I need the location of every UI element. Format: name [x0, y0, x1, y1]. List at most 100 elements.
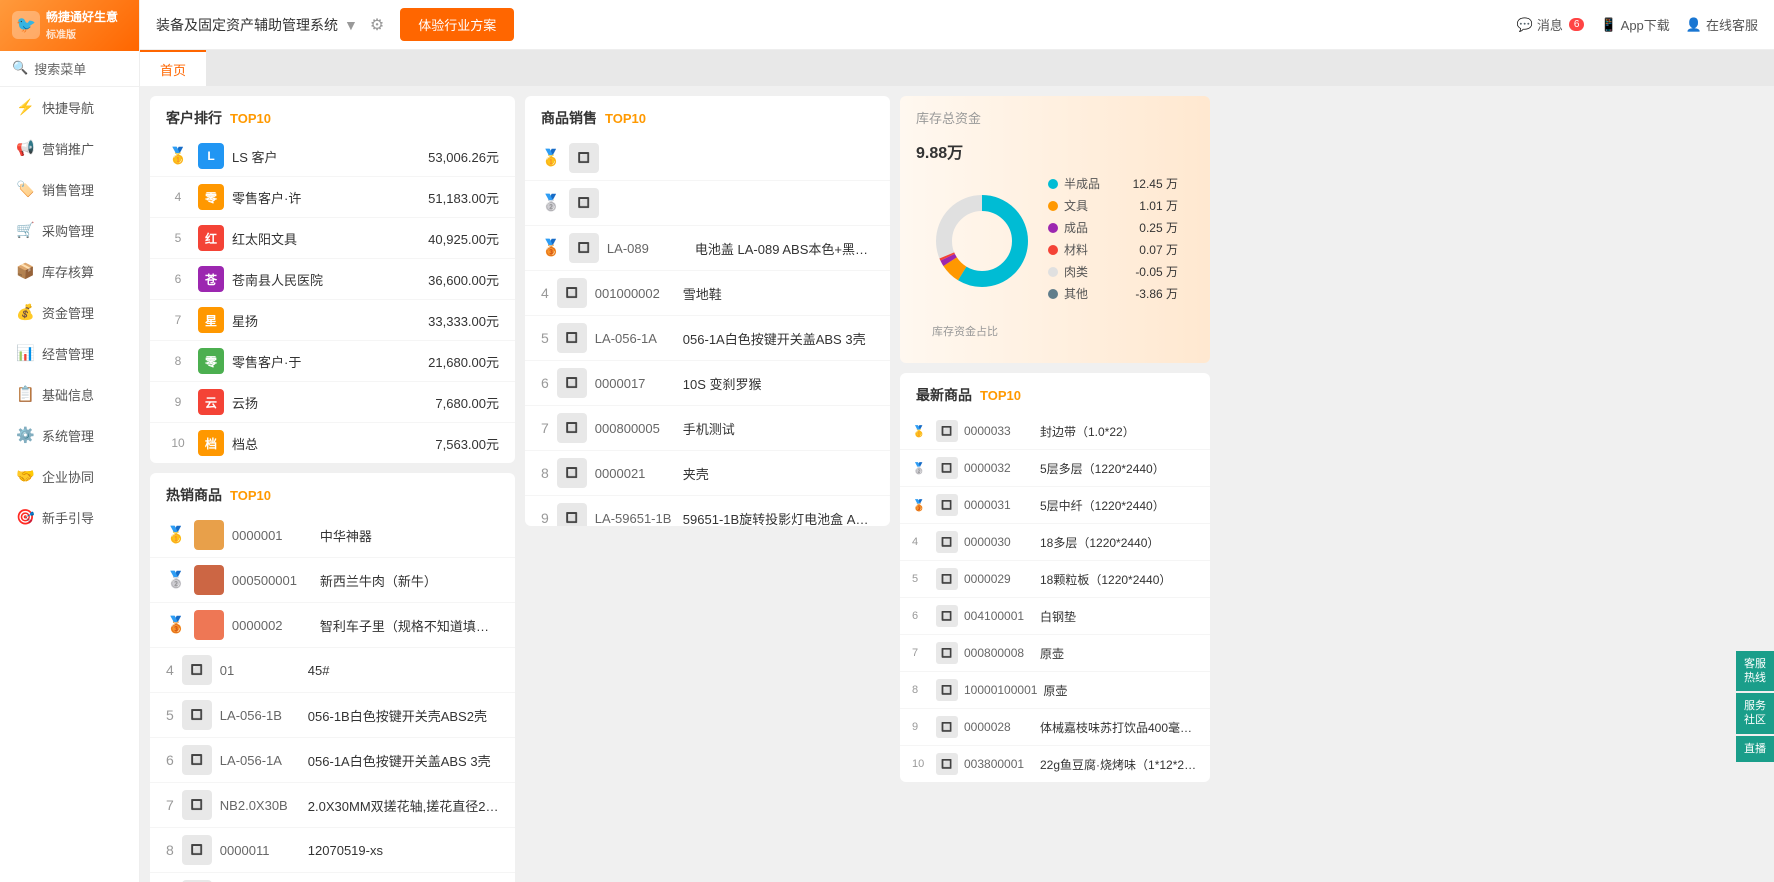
product-code: 0000017 — [595, 376, 675, 391]
nav-label-sales: 销售管理 — [42, 180, 94, 199]
legend-item: 成品 0.25 万 — [1048, 219, 1178, 236]
product-code: 0000028 — [964, 720, 1034, 734]
nav-label-system: 系统管理 — [42, 426, 94, 445]
rank-name: 零售客户·许 — [232, 188, 420, 207]
list-item: 🥇 🔲 — [525, 136, 890, 181]
sidebar-item-system[interactable]: ⚙️ 系统管理 — [0, 415, 139, 456]
legend-value: 12.45 万 — [1133, 175, 1178, 192]
trial-button[interactable]: 体验行业方案 — [400, 8, 514, 41]
list-item: 🥈 000500001 新西兰牛肉（新牛） — [150, 558, 515, 603]
app-download-button[interactable]: 📱 App下载 — [1600, 15, 1669, 34]
legend-value: 0.07 万 — [1139, 241, 1178, 258]
avatar: 苍 — [198, 266, 224, 292]
legend-value: 1.01 万 — [1139, 197, 1178, 214]
rank-name: 云扬 — [232, 393, 427, 412]
online-service-button[interactable]: 👤 在线客服 — [1686, 15, 1758, 34]
system-name: 装备及固定资产辅助管理系统 — [156, 15, 338, 35]
product-name: 22g鱼豆腐·烧烤味（1*12*20） — [1040, 756, 1198, 773]
product-thumb-placeholder: 🔲 — [182, 700, 212, 730]
rank-num: 4 — [541, 285, 549, 301]
rank-num: 6 — [912, 610, 930, 622]
product-name: 原壶 — [1040, 645, 1198, 662]
sidebar-item-operations[interactable]: 📊 经营管理 — [0, 333, 139, 374]
list-item: 9 🔲 LA-59651-1B 59651-1B旋转投影灯电池盒 ABS黑色+5… — [525, 496, 890, 526]
legend-label: 材料 — [1064, 241, 1133, 258]
rank-num-8: 10 — [166, 436, 190, 450]
customer-rank-table: 🥇 L LS 客户 53,006.26元 4 零 零售客户·许 51,183.0… — [150, 136, 515, 463]
rank-num: 8 — [541, 465, 549, 481]
rank-name: 苍南县人民医院 — [232, 270, 420, 289]
sidebar-item-finance[interactable]: 💰 资金管理 — [0, 292, 139, 333]
product-thumb-placeholder: 🔲 — [557, 458, 587, 488]
rank-num-7: 9 — [166, 395, 190, 409]
brand-icon: 🐦 — [12, 11, 40, 39]
sidebar-item-quick-nav[interactable]: ⚡ 快捷导航 — [0, 87, 139, 128]
sidebar-item-purchase[interactable]: 🛒 采购管理 — [0, 210, 139, 251]
nav-label-purchase: 采购管理 — [42, 221, 94, 240]
rank-value: 51,183.00元 — [428, 188, 499, 207]
product-thumb: 🔲 — [936, 420, 958, 442]
product-code: 0000001 — [232, 528, 312, 543]
search-menu[interactable]: 🔍 搜索菜单 — [0, 51, 139, 87]
table-row: 7 星 星扬 33,333.00元 — [150, 300, 515, 341]
product-name: 18颗粒板（1220*2440） — [1040, 571, 1198, 588]
product-thumb: 🔲 — [936, 642, 958, 664]
rank-medal-icon: 🥈 — [912, 462, 930, 475]
product-thumb: 🔲 — [936, 753, 958, 775]
product-name: 中华神器 — [320, 526, 499, 545]
hot-products-card: 热销商品 TOP10 🥇 0000001 中华神器 🥈 00 — [150, 473, 515, 882]
product-sales-title: 商品销售 — [541, 108, 597, 128]
hot-products-header: 热销商品 TOP10 — [150, 473, 515, 513]
tab-home[interactable]: 首页 — [140, 50, 206, 86]
product-name: 原壶 — [1043, 682, 1198, 699]
sidebar-item-basic-info[interactable]: 📋 基础信息 — [0, 374, 139, 415]
float-service-hotline[interactable]: 客服 热线 — [1736, 651, 1774, 692]
messages-button[interactable]: 💬 消息 6 — [1517, 15, 1585, 34]
list-item: 🥈 🔲 0000032 5层多层（1220*2440） — [900, 450, 1210, 487]
product-code: 01 — [220, 663, 300, 678]
rank-name: LS 客户 — [232, 147, 420, 166]
product-code: 0000021 — [595, 466, 675, 481]
rank-medal-icon: 🥉 — [912, 499, 930, 512]
brand-sub: 标准版 — [46, 26, 118, 41]
product-code: 0000029 — [964, 572, 1034, 586]
nav-icon-basic: 📋 — [16, 385, 34, 403]
nav-label-finance: 资金管理 — [42, 303, 94, 322]
product-thumb — [194, 565, 224, 595]
product-code: LA-056-1A — [595, 331, 675, 346]
sidebar-item-marketing[interactable]: 📢 营销推广 — [0, 128, 139, 169]
product-code: 004100001 — [964, 609, 1034, 623]
rank-value: 40,925.00元 — [428, 229, 499, 248]
inventory-total: 9.88万 — [916, 133, 1194, 165]
list-item: 🥈 🔲 — [525, 181, 890, 226]
float-service-community[interactable]: 服务 社区 — [1736, 693, 1774, 734]
settings-icon[interactable]: ⚙ — [370, 15, 384, 35]
avatar: L — [198, 143, 224, 169]
rank-name: 红太阳文具 — [232, 229, 420, 248]
customer-ranking-card: 客户排行 TOP10 🥇 L LS 客户 53,006.26元 — [150, 96, 515, 463]
nav-icon-purchase: 🛒 — [16, 221, 34, 239]
rank-name: 档总 — [232, 434, 427, 453]
list-item: 🥉 🔲 0000031 5层中纤（1220*2440） — [900, 487, 1210, 524]
table-row: 8 零 零售客户·于 21,680.00元 — [150, 341, 515, 382]
product-thumb: 🔲 — [936, 457, 958, 479]
rank-num: 9 — [912, 721, 930, 733]
sidebar-item-sales[interactable]: 🏷️ 销售管理 — [0, 169, 139, 210]
list-item: 6 🔲 LA-056-1A 056-1A白色按键开关盖ABS 3壳 — [150, 738, 515, 783]
product-name: 夹壳 — [683, 464, 874, 483]
sidebar-item-guide[interactable]: 🎯 新手引导 — [0, 497, 139, 538]
header-title-block: 装备及固定资产辅助管理系统 ▼ — [156, 15, 358, 35]
float-service-live[interactable]: 直播 — [1736, 736, 1774, 762]
list-item: 5 🔲 0000029 18颗粒板（1220*2440） — [900, 561, 1210, 598]
product-name: 手机测试 — [683, 419, 874, 438]
nav-icon-finance: 💰 — [16, 303, 34, 321]
inventory-card: 库存总资金 9.88万 — [900, 96, 1210, 363]
customer-ranking-header: 客户排行 TOP10 — [150, 96, 515, 136]
rank-medal-1: 🥇 — [166, 146, 190, 166]
service-icon: 👤 — [1686, 17, 1702, 33]
system-dropdown-arrow[interactable]: ▼ — [344, 17, 358, 33]
sidebar-item-inventory[interactable]: 📦 库存核算 — [0, 251, 139, 292]
sidebar-item-collab[interactable]: 🤝 企业协同 — [0, 456, 139, 497]
search-label: 搜索菜单 — [34, 59, 86, 78]
product-code: 0000032 — [964, 461, 1034, 475]
